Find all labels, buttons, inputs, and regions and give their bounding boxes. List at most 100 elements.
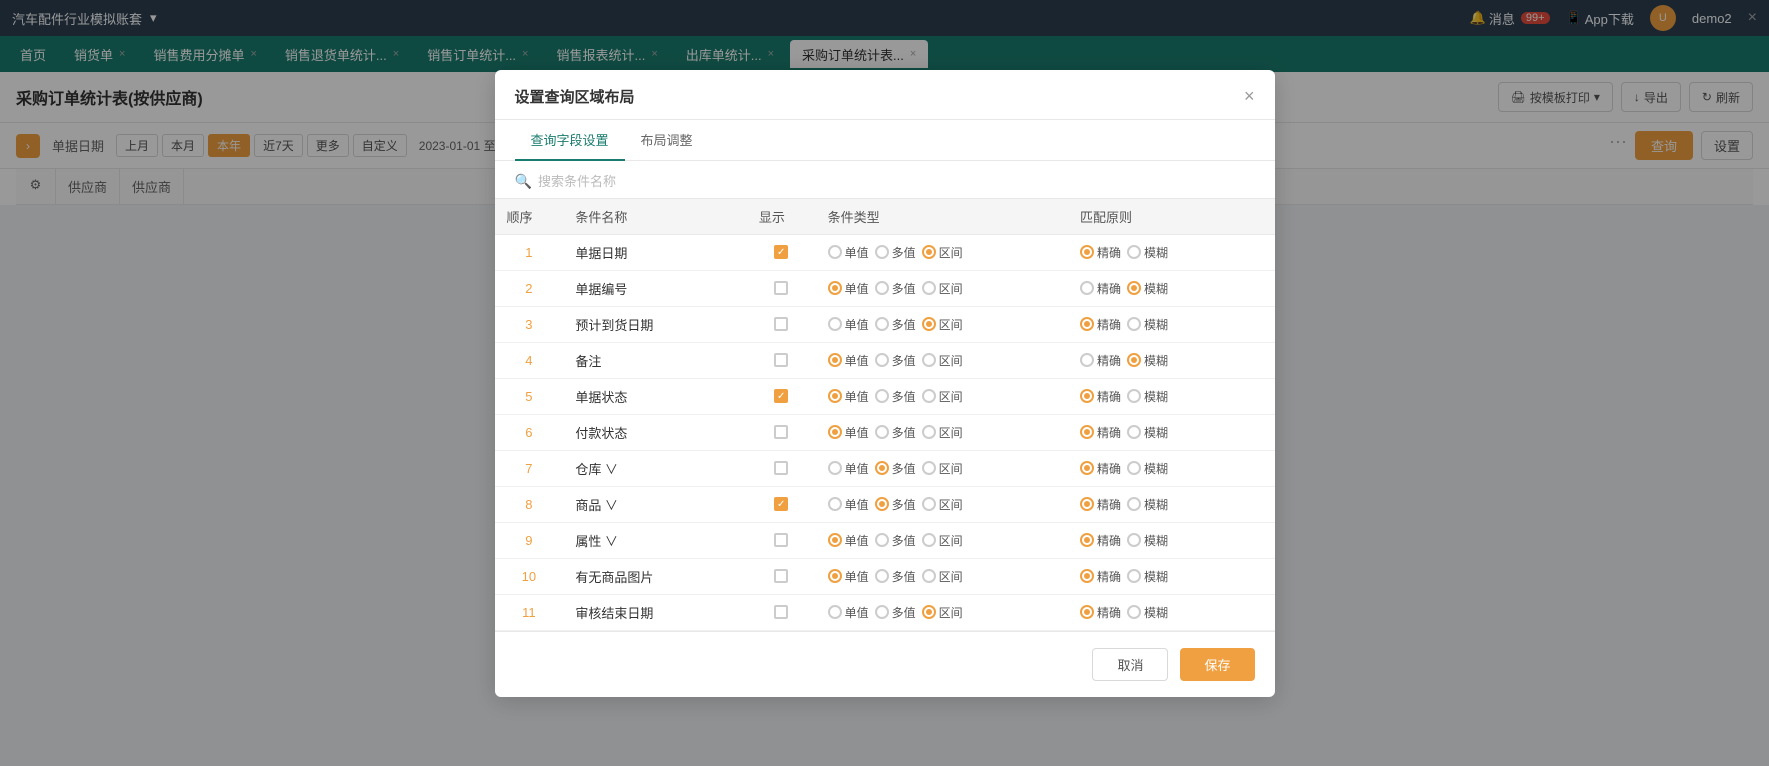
type-radio-多值[interactable]: 多值 [875,460,916,477]
match-radio-精确[interactable]: 精确 [1080,352,1121,369]
type-radio-单值[interactable]: 单值 [828,568,869,585]
row-display-checkbox[interactable] [747,594,816,630]
match-radio-精确[interactable]: 精确 [1080,280,1121,297]
type-radio-多值[interactable]: 多值 [875,424,916,441]
match-radio-模糊[interactable]: 模糊 [1127,496,1168,513]
row-display-checkbox[interactable] [747,270,816,306]
table-row: 10有无商品图片单值多值区间精确模糊 [495,558,1275,594]
type-radio-多值[interactable]: 多值 [875,352,916,369]
type-radio-区间[interactable]: 区间 [922,424,963,441]
type-radio-单值[interactable]: 单值 [828,244,869,261]
cancel-btn[interactable]: 取消 [1092,648,1168,681]
type-radio-区间[interactable]: 区间 [922,388,963,405]
row-type[interactable]: 单值多值区间 [816,594,1068,630]
row-display-checkbox[interactable]: ✓ [747,378,816,414]
match-radio-精确[interactable]: 精确 [1080,532,1121,549]
type-radio-单值[interactable]: 单值 [828,388,869,405]
match-radio-模糊[interactable]: 模糊 [1127,244,1168,261]
match-radio-模糊[interactable]: 模糊 [1127,568,1168,585]
type-radio-单值[interactable]: 单值 [828,352,869,369]
type-radio-单值[interactable]: 单值 [828,316,869,333]
type-radio-单值[interactable]: 单值 [828,280,869,297]
modal-close-btn[interactable]: × [1244,86,1255,107]
match-radio-精确[interactable]: 精确 [1080,460,1121,477]
modal-tab-query-fields-label: 查询字段设置 [531,133,609,148]
match-radio-模糊[interactable]: 模糊 [1127,424,1168,441]
match-radio-模糊[interactable]: 模糊 [1127,460,1168,477]
row-match[interactable]: 精确模糊 [1068,378,1275,414]
match-radio-精确[interactable]: 精确 [1080,568,1121,585]
type-radio-多值[interactable]: 多值 [875,532,916,549]
row-type[interactable]: 单值多值区间 [816,414,1068,450]
search-input[interactable] [538,174,738,189]
type-radio-单值[interactable]: 单值 [828,424,869,441]
row-display-checkbox[interactable] [747,306,816,342]
type-radio-多值[interactable]: 多值 [875,604,916,621]
type-radio-多值[interactable]: 多值 [875,280,916,297]
row-type[interactable]: 单值多值区间 [816,558,1068,594]
row-match[interactable]: 精确模糊 [1068,450,1275,486]
match-radio-精确[interactable]: 精确 [1080,244,1121,261]
match-radio-模糊[interactable]: 模糊 [1127,604,1168,621]
type-radio-多值[interactable]: 多值 [875,244,916,261]
row-type[interactable]: 单值多值区间 [816,306,1068,342]
row-match[interactable]: 精确模糊 [1068,594,1275,630]
match-radio-精确[interactable]: 精确 [1080,424,1121,441]
row-match[interactable]: 精确模糊 [1068,234,1275,270]
match-radio-精确[interactable]: 精确 [1080,388,1121,405]
type-radio-单值[interactable]: 单值 [828,532,869,549]
save-btn[interactable]: 保存 [1180,648,1254,681]
match-radio-精确[interactable]: 精确 [1080,604,1121,621]
type-radio-单值[interactable]: 单值 [828,496,869,513]
modal-tab-query-fields[interactable]: 查询字段设置 [515,120,625,161]
type-radio-区间[interactable]: 区间 [922,532,963,549]
match-radio-模糊[interactable]: 模糊 [1127,532,1168,549]
type-radio-多值[interactable]: 多值 [875,496,916,513]
type-radio-多值[interactable]: 多值 [875,568,916,585]
row-type[interactable]: 单值多值区间 [816,378,1068,414]
row-type[interactable]: 单值多值区间 [816,234,1068,270]
modal-tab-layout[interactable]: 布局调整 [625,120,709,161]
row-match[interactable]: 精确模糊 [1068,270,1275,306]
row-match[interactable]: 精确模糊 [1068,558,1275,594]
row-match[interactable]: 精确模糊 [1068,486,1275,522]
col-match-header: 匹配原则 [1068,199,1275,235]
match-radio-模糊[interactable]: 模糊 [1127,352,1168,369]
type-radio-区间[interactable]: 区间 [922,568,963,585]
row-type[interactable]: 单值多值区间 [816,486,1068,522]
match-radio-模糊[interactable]: 模糊 [1127,280,1168,297]
type-radio-区间[interactable]: 区间 [922,244,963,261]
type-radio-多值[interactable]: 多值 [875,316,916,333]
row-display-checkbox[interactable] [747,450,816,486]
type-radio-区间[interactable]: 区间 [922,280,963,297]
row-type[interactable]: 单值多值区间 [816,522,1068,558]
match-radio-精确[interactable]: 精确 [1080,496,1121,513]
row-match[interactable]: 精确模糊 [1068,342,1275,378]
row-order: 6 [495,414,564,450]
type-radio-区间[interactable]: 区间 [922,460,963,477]
row-type[interactable]: 单值多值区间 [816,342,1068,378]
row-display-checkbox[interactable]: ✓ [747,486,816,522]
row-type[interactable]: 单值多值区间 [816,450,1068,486]
row-display-checkbox[interactable]: ✓ [747,234,816,270]
row-display-checkbox[interactable] [747,558,816,594]
row-match[interactable]: 精确模糊 [1068,306,1275,342]
row-order: 8 [495,486,564,522]
row-match[interactable]: 精确模糊 [1068,522,1275,558]
type-radio-多值[interactable]: 多值 [875,388,916,405]
match-radio-模糊[interactable]: 模糊 [1127,316,1168,333]
match-radio-精确[interactable]: 精确 [1080,316,1121,333]
type-radio-区间[interactable]: 区间 [922,352,963,369]
row-display-checkbox[interactable] [747,522,816,558]
row-type[interactable]: 单值多值区间 [816,270,1068,306]
row-display-checkbox[interactable] [747,414,816,450]
type-radio-单值[interactable]: 单值 [828,604,869,621]
type-radio-区间[interactable]: 区间 [922,604,963,621]
type-radio-单值[interactable]: 单值 [828,460,869,477]
modal-title: 设置查询区域布局 [515,86,635,107]
match-radio-模糊[interactable]: 模糊 [1127,388,1168,405]
type-radio-区间[interactable]: 区间 [922,316,963,333]
row-display-checkbox[interactable] [747,342,816,378]
type-radio-区间[interactable]: 区间 [922,496,963,513]
row-match[interactable]: 精确模糊 [1068,414,1275,450]
